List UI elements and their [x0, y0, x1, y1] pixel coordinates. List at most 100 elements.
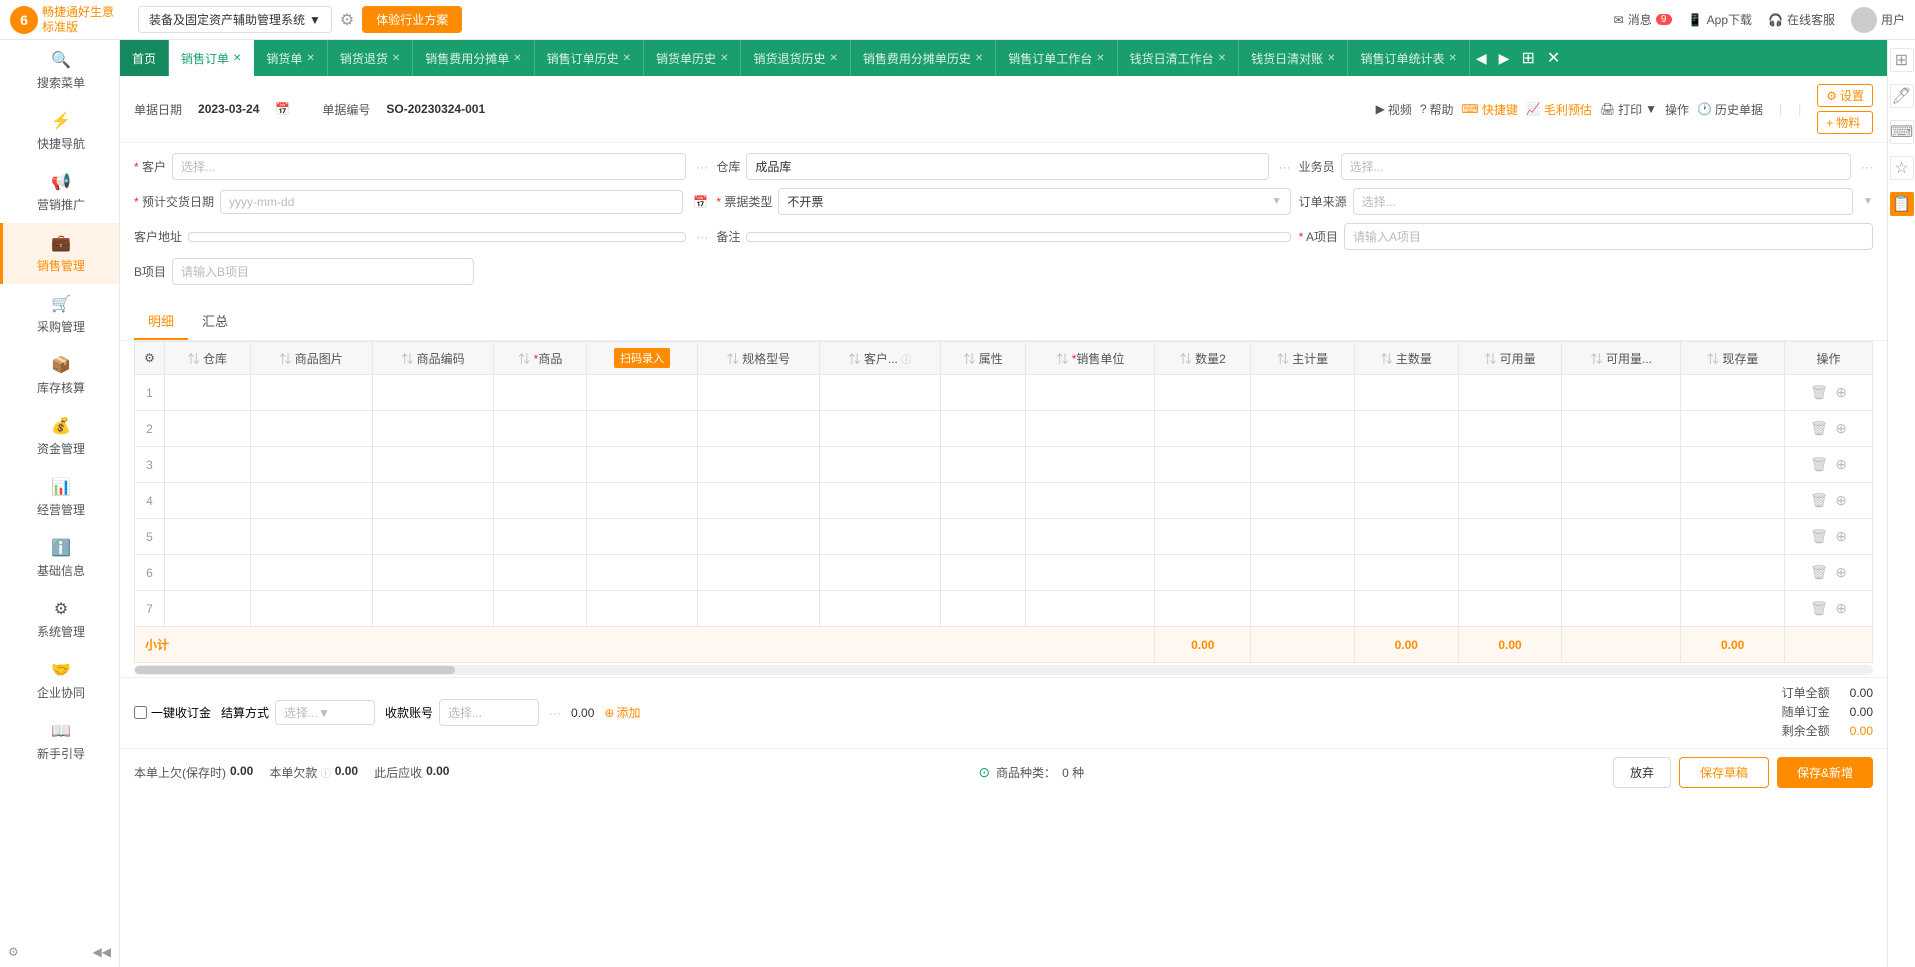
sort-icon-stock[interactable]: ⇅ [1707, 352, 1719, 366]
row-scan-1[interactable] [587, 375, 698, 411]
row-main-qty-1[interactable] [1354, 375, 1458, 411]
history-btn[interactable]: 🕐 历史单据 [1697, 101, 1763, 118]
tab-summary[interactable]: 汇总 [188, 303, 242, 340]
sort-icon-main-qty[interactable]: ⇅ [1381, 352, 1393, 366]
delete-row-icon-7[interactable]: 🗑 [1810, 600, 1828, 616]
invoice-type-select[interactable]: 不开票 ▼ [778, 188, 1290, 215]
tab-close-icon-8[interactable]: ✕ [975, 53, 983, 64]
row-product-1[interactable] [494, 375, 587, 411]
tab-next-icon[interactable]: ▶ [1493, 50, 1516, 67]
row-stock-1[interactable] [1681, 375, 1785, 411]
settings-panel-btn[interactable]: ⚙ 设置 [1817, 84, 1873, 107]
one-click-checkbox[interactable] [134, 706, 147, 719]
tab-close-all-icon[interactable]: ✕ [1541, 48, 1566, 68]
row-spec-1[interactable] [697, 375, 819, 411]
sidebar-settings-icon[interactable]: ⚙ [8, 945, 19, 959]
tab-close-icon-5[interactable]: ✕ [623, 53, 631, 64]
sort-icon-warehouse[interactable]: ⇅ [188, 352, 200, 366]
row-scan-2[interactable] [587, 411, 698, 447]
app-download-btn[interactable]: 📱 App下载 [1688, 11, 1752, 28]
message-btn[interactable]: ✉ 消息 9 [1614, 11, 1672, 28]
sort-icon-cust[interactable]: ⇅ [849, 352, 861, 366]
tab-close-icon-6[interactable]: ✕ [720, 53, 728, 64]
right-icon-keyboard[interactable]: ⌨ [1890, 120, 1914, 144]
tab-cash-workbench[interactable]: 钱货日清工作台 ✕ [1118, 40, 1239, 76]
system-selector[interactable]: 装备及固定资产辅助管理系统 ▼ [138, 6, 332, 33]
user-menu[interactable]: 用户 [1851, 7, 1905, 33]
delivery-date-input[interactable]: yyyy-mm-dd [220, 190, 683, 214]
salesperson-input[interactable]: 选择... [1341, 153, 1851, 180]
row-warehouse-1[interactable] [165, 375, 251, 411]
sort-icon-product[interactable]: ⇅ [518, 352, 530, 366]
copy-row-icon-4[interactable]: ⊕ [1835, 492, 1847, 508]
tab-close-icon-7[interactable]: ✕ [829, 53, 837, 64]
tab-sales-bill[interactable]: 销货单 ✕ [254, 40, 327, 76]
right-icon-clipboard[interactable]: 📋 [1890, 192, 1914, 216]
row-avail2-2[interactable] [1562, 411, 1681, 447]
tab-home[interactable]: 首页 [120, 40, 169, 76]
calendar-icon[interactable]: 📅 [275, 102, 290, 116]
copy-row-icon-5[interactable]: ⊕ [1835, 528, 1847, 544]
account-more-icon[interactable]: ··· [549, 706, 561, 720]
sidebar-item-system[interactable]: ⚙ 系统管理 [0, 589, 119, 650]
tab-close-icon-10[interactable]: ✕ [1218, 53, 1226, 64]
tab-close-icon-11[interactable]: ✕ [1327, 53, 1335, 64]
tab-close-icon-3[interactable]: ✕ [392, 53, 400, 64]
col-scan[interactable]: 扫码录入 [587, 342, 698, 375]
sort-icon-img[interactable]: ⇅ [279, 352, 291, 366]
profit-btn[interactable]: 📈 毛利预估 [1526, 101, 1592, 118]
tab-bill-history[interactable]: 销货单历史 ✕ [644, 40, 741, 76]
row-avail2-1[interactable] [1562, 375, 1681, 411]
tab-sales-return[interactable]: 销货退货 ✕ [328, 40, 413, 76]
sidebar-collapse-icon[interactable]: ◀◀ [93, 945, 111, 959]
customer-input[interactable]: 选择... [172, 153, 686, 180]
tab-order-stats[interactable]: 销售订单统计表 ✕ [1348, 40, 1469, 76]
row-avail-1[interactable] [1458, 375, 1562, 411]
scan-btn[interactable]: 扫码录入 [614, 348, 670, 368]
tab-prev-icon[interactable]: ◀ [1470, 50, 1493, 67]
sort-icon-code[interactable]: ⇅ [401, 352, 413, 366]
sidebar-item-finance[interactable]: 💰 资金管理 [0, 406, 119, 467]
delete-row-icon-3[interactable]: 🗑 [1810, 456, 1828, 472]
sort-icon-avail[interactable]: ⇅ [1484, 352, 1496, 366]
online-service-btn[interactable]: 🎧 在线客服 [1768, 11, 1835, 28]
row-img-2[interactable] [250, 411, 372, 447]
tab-close-icon-9[interactable]: ✕ [1096, 53, 1104, 64]
tab-close-icon-4[interactable]: ✕ [513, 53, 521, 64]
row-img-1[interactable] [250, 375, 372, 411]
remarks-input[interactable] [746, 232, 1290, 242]
order-source-input[interactable]: 选择... [1353, 188, 1853, 215]
view-video-btn[interactable]: ▶ 视频 [1376, 101, 1412, 118]
sort-icon-avail2[interactable]: ⇅ [1591, 352, 1603, 366]
col-gear[interactable]: ⚙ [135, 342, 165, 375]
table-gear-icon[interactable]: ⚙ [144, 351, 155, 365]
sort-icon-main-unit[interactable]: ⇅ [1277, 352, 1289, 366]
right-icon-grid[interactable]: ⊞ [1890, 48, 1914, 72]
copy-row-icon-1[interactable]: ⊕ [1835, 384, 1847, 400]
row-code-1[interactable] [372, 375, 494, 411]
settings-icon[interactable]: ⚙ [340, 10, 354, 30]
one-click-deposit-checkbox[interactable]: 一键收订金 [134, 704, 211, 721]
row-prop-1[interactable] [940, 375, 1026, 411]
industry-solution-button[interactable]: 体验行业方案 [362, 6, 462, 33]
tab-close-icon-2[interactable]: ✕ [306, 53, 314, 64]
sidebar-item-inventory[interactable]: 📦 库存核算 [0, 345, 119, 406]
row-main-unit-2[interactable] [1251, 411, 1355, 447]
warehouse-more-icon[interactable]: ··· [1279, 160, 1291, 174]
row-prop-2[interactable] [940, 411, 1026, 447]
sidebar-item-enterprise[interactable]: 🤝 企业协同 [0, 650, 119, 711]
print-btn[interactable]: 🖨 打印 ▼ [1600, 101, 1657, 118]
payment-select[interactable]: 选择... ▼ [275, 700, 375, 725]
copy-row-icon-3[interactable]: ⊕ [1835, 456, 1847, 472]
row-cust-1[interactable] [819, 375, 940, 411]
sidebar-item-operations[interactable]: 📊 经营管理 [0, 467, 119, 528]
delete-row-icon-5[interactable]: 🗑 [1810, 528, 1828, 544]
sort-icon-unit[interactable]: ⇅ [1056, 352, 1068, 366]
sort-icon-qty2[interactable]: ⇅ [1180, 352, 1192, 366]
shortcut-btn[interactable]: ⌨ 快捷键 [1462, 101, 1518, 118]
calendar2-icon[interactable]: 📅 [693, 195, 708, 209]
tab-more-icon[interactable]: ⊞ [1515, 48, 1540, 68]
copy-row-icon-2[interactable]: ⊕ [1835, 420, 1847, 436]
row-main-unit-1[interactable] [1251, 375, 1355, 411]
sidebar-item-search[interactable]: 🔍 搜索菜单 [0, 40, 119, 101]
